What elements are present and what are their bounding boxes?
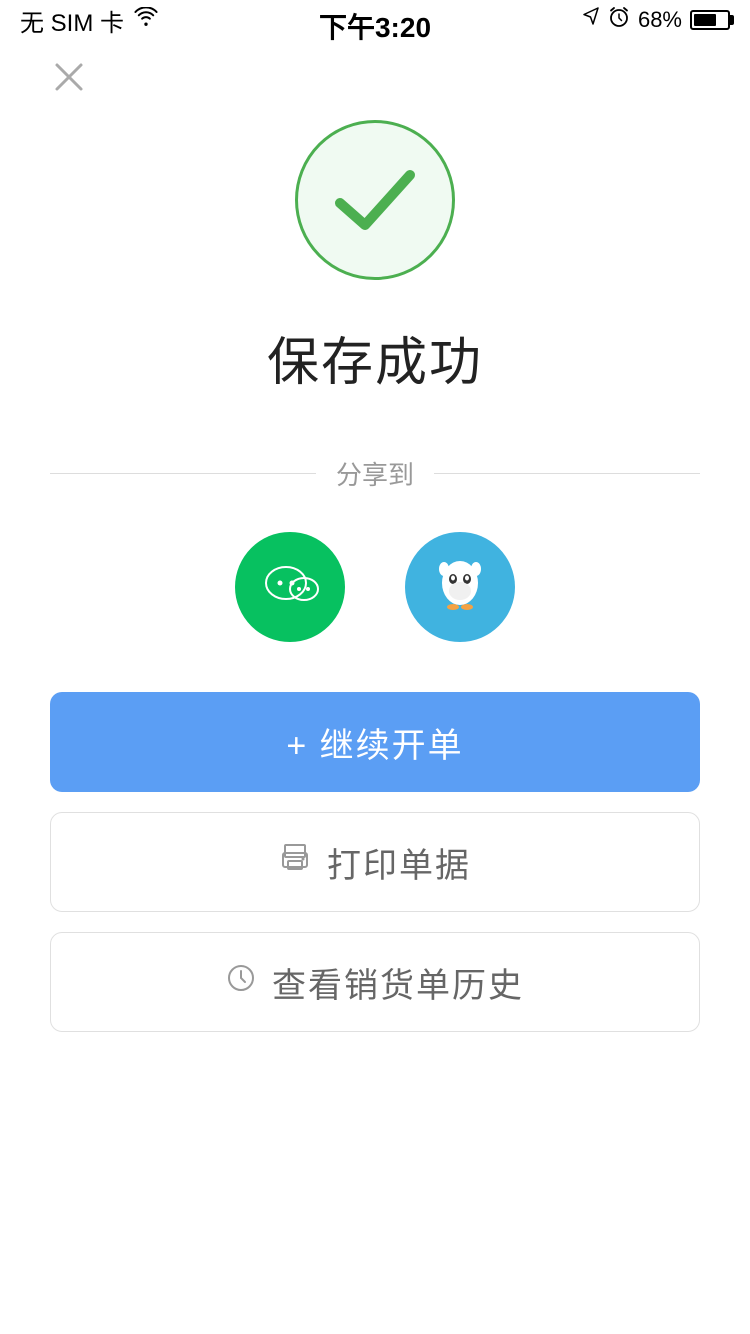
- status-bar: 无 SIM 卡 下午3:20 68%: [0, 0, 750, 40]
- history-label: 查看销货单历史: [272, 958, 524, 1007]
- continue-button[interactable]: + 继续开单: [50, 692, 700, 792]
- print-label: 打印单据: [327, 838, 471, 887]
- close-button[interactable]: [44, 52, 94, 102]
- battery-icon: [690, 10, 730, 30]
- qq-share-button[interactable]: [405, 532, 515, 642]
- wifi-icon: [132, 6, 160, 34]
- success-title: 保存成功: [267, 320, 483, 395]
- success-icon: [295, 120, 455, 280]
- wechat-share-button[interactable]: [235, 532, 345, 642]
- share-label: 分享到: [336, 455, 414, 492]
- history-button[interactable]: 查看销货单历史: [50, 932, 700, 1032]
- no-sim-text: 无 SIM 卡: [20, 3, 124, 38]
- status-right: 68%: [582, 6, 730, 34]
- location-icon: [582, 6, 600, 34]
- share-icons: [50, 532, 700, 642]
- history-icon: [226, 963, 256, 1001]
- main-content: 保存成功 分享到: [0, 40, 750, 1032]
- print-button[interactable]: 打印单据: [50, 812, 700, 912]
- action-buttons: + 继续开单 打印单据 查看销货单历史: [0, 692, 750, 1032]
- share-divider: 分享到: [50, 455, 700, 492]
- print-icon: [279, 843, 311, 881]
- alarm-icon: [608, 6, 630, 34]
- battery-icon-container: [690, 10, 730, 30]
- battery-percent: 68%: [638, 7, 682, 33]
- status-time: 下午3:20: [319, 6, 431, 46]
- battery-fill: [694, 14, 716, 26]
- status-left: 无 SIM 卡: [20, 3, 160, 38]
- share-section: 分享到: [0, 455, 750, 642]
